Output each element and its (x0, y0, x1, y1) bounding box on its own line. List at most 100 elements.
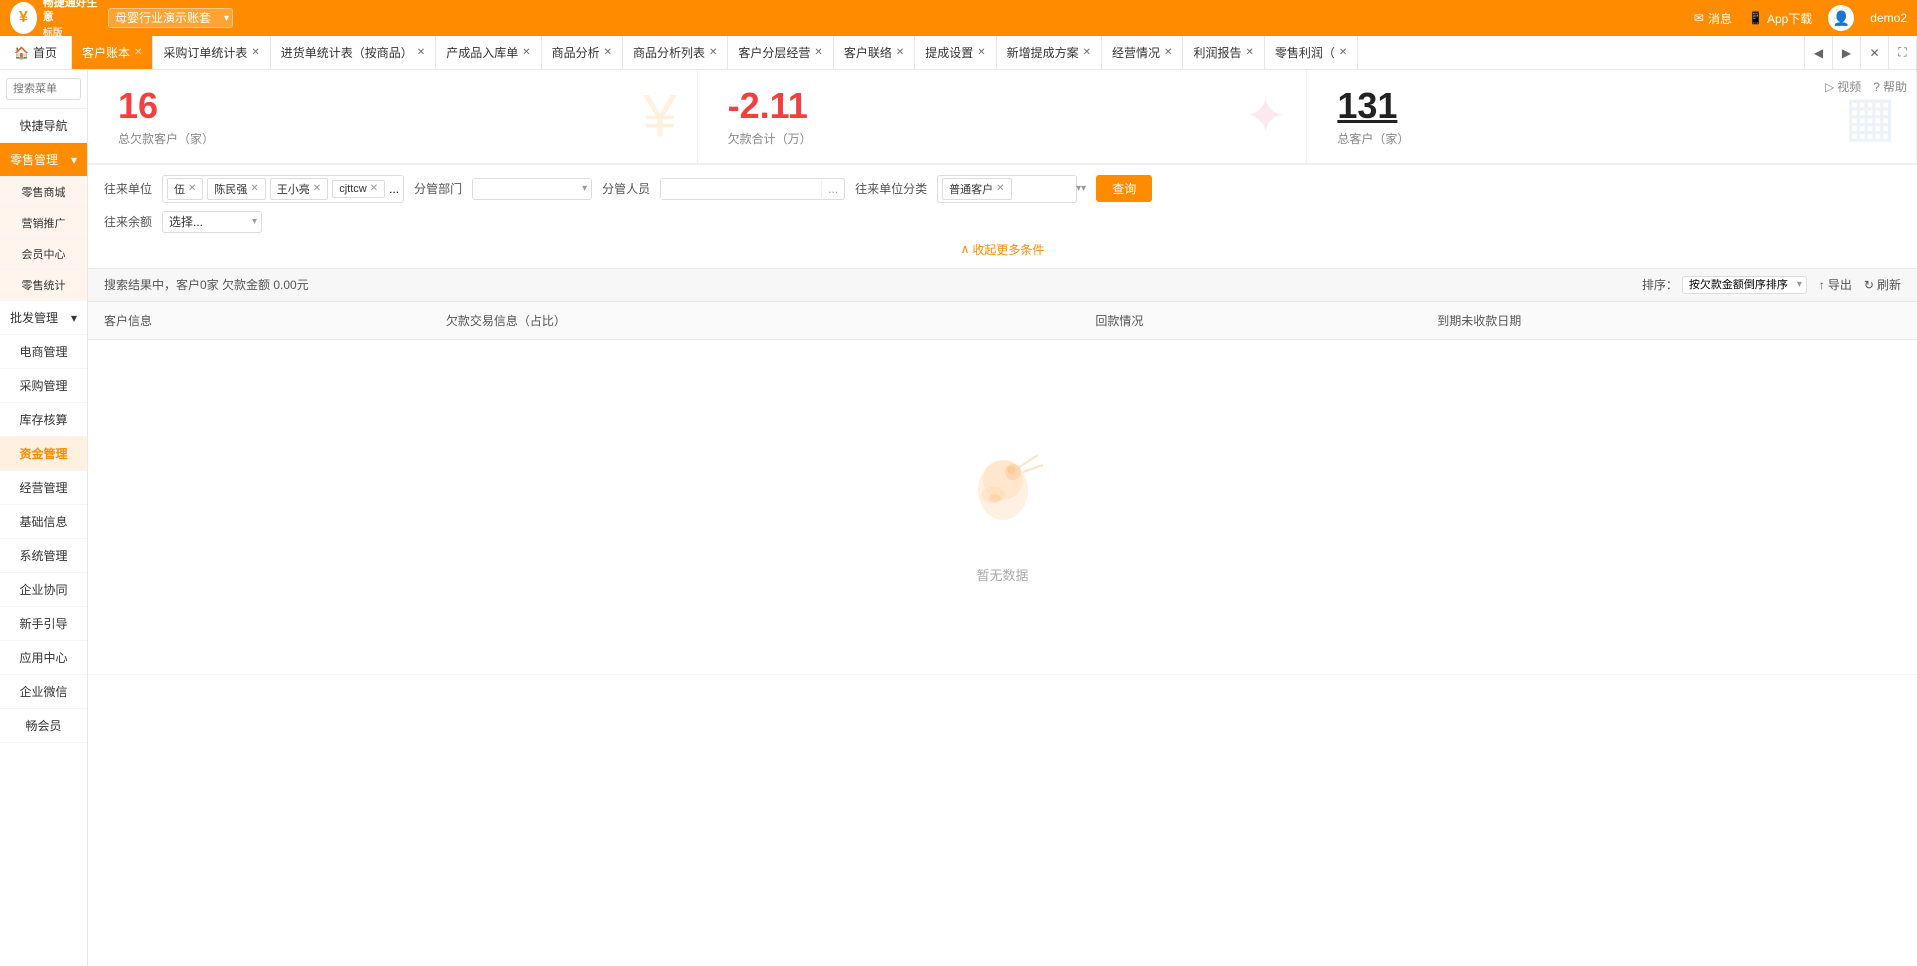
sidebar-item-member-center[interactable]: 会员中心 (0, 239, 87, 270)
person-dots-btn[interactable]: ... (821, 180, 844, 198)
stat-label-customers: 总欠款客户（家） (118, 130, 667, 147)
tags-more-btn[interactable]: ... (389, 182, 399, 196)
tab-product-analysis-label: 商品分析 (552, 44, 600, 61)
sidebar-item-retail-shop[interactable]: 零售商城 (0, 177, 87, 208)
sidebar-item-system-mgmt[interactable]: 系统管理 (0, 539, 87, 573)
close-customer-segment-icon[interactable]: ✕ (814, 47, 822, 58)
dept-select[interactable] (472, 178, 592, 200)
tabs-next-btn[interactable]: ▶ (1833, 36, 1861, 70)
sidebar-item-retail-mgmt[interactable]: 零售管理 ▾ (0, 143, 87, 177)
search-input[interactable] (6, 78, 81, 100)
sidebar-item-enterprise-coop[interactable]: 企业协同 (0, 573, 87, 607)
tab-customer-segment-label: 客户分层经营 (738, 44, 810, 61)
username[interactable]: demo2 (1870, 11, 1907, 25)
tabs-close-all-btn[interactable]: ✕ (1861, 36, 1889, 70)
sidebar-item-operation-mgmt[interactable]: 经营管理 (0, 471, 87, 505)
sort-label: 排序： (1642, 276, 1678, 293)
sidebar-item-purchase-mgmt[interactable]: 采购管理 (0, 369, 87, 403)
tag-chen-close[interactable]: ✕ (250, 183, 258, 194)
sidebar-item-ecommerce-mgmt[interactable]: 电商管理 (0, 335, 87, 369)
close-product-analysis-list-icon[interactable]: ✕ (709, 47, 717, 58)
export-icon: ↑ (1819, 278, 1825, 292)
app-download-btn[interactable]: 📱 App下载 (1748, 10, 1812, 27)
tab-retail-profit[interactable]: 零售利润（ ✕ (1265, 36, 1358, 69)
tab-commission-settings[interactable]: 提成设置 ✕ (915, 36, 996, 69)
logo: ¥ 畅捷通好生意 标版 (10, 0, 98, 39)
balance-select-wrap[interactable]: 选择... (162, 211, 262, 233)
message-icon: ✉ (1694, 11, 1704, 25)
tag-cjttcw-close[interactable]: ✕ (370, 183, 378, 194)
tab-business-situation[interactable]: 经营情况 ✕ (1102, 36, 1183, 69)
filter-tag-normal-customer[interactable]: 普通客户 ✕ (942, 178, 1011, 200)
tab-new-achievement[interactable]: 新增提成方案 ✕ (997, 36, 1102, 69)
close-business-situation-icon[interactable]: ✕ (1164, 47, 1172, 58)
tag-wu-close[interactable]: ✕ (188, 183, 196, 194)
message-btn[interactable]: ✉ 消息 (1694, 10, 1732, 27)
sidebar-item-app-center[interactable]: 应用中心 (0, 641, 87, 675)
tab-stock-stats-label: 进货单统计表（按商品） (281, 44, 413, 61)
balance-select[interactable]: 选择... (162, 211, 262, 233)
help-btn[interactable]: ? 帮助 (1873, 78, 1907, 95)
close-stock-stats-icon[interactable]: ✕ (417, 47, 425, 58)
sidebar-item-stock-check[interactable]: 库存核算 (0, 403, 87, 437)
unit-type-select-wrap[interactable]: 普通客户 ✕ ▾ (937, 175, 1086, 203)
sidebar-item-finance-mgmt[interactable]: 资金管理 (0, 437, 87, 471)
tag-wang-close[interactable]: ✕ (313, 183, 321, 194)
close-customer-contact-icon[interactable]: ✕ (896, 47, 904, 58)
filter-area: 往来单位 伍 ✕ 陈民强 ✕ 王小亮 ✕ cjttcw (88, 165, 1917, 269)
dept-select-wrap[interactable] (472, 178, 592, 200)
col-customer-info: 客户信息 (88, 302, 430, 340)
export-btn[interactable]: ↑ 导出 (1819, 276, 1852, 293)
tabs-fullscreen-btn[interactable]: ⛶ (1889, 36, 1917, 70)
sidebar-search-wrap[interactable] (0, 70, 87, 109)
filter-tag-wang[interactable]: 王小亮 ✕ (270, 178, 328, 200)
tab-customer-segment[interactable]: 客户分层经营 ✕ (728, 36, 833, 69)
main-layout: 快捷导航 零售管理 ▾ 零售商城 营销推广 会员中心 零售统计 批发管理 ▾ 电… (0, 70, 1917, 966)
tab-home[interactable]: 🏠 首页 (0, 36, 72, 69)
close-purchase-order-icon[interactable]: ✕ (251, 47, 259, 58)
person-input-wrap[interactable]: ... (660, 178, 845, 200)
sidebar-item-enterprise-wechat[interactable]: 企业微信 (0, 675, 87, 709)
sort-select-wrap[interactable]: 按欠款金额倒序排序 (1682, 276, 1807, 294)
close-commission-settings-icon[interactable]: ✕ (977, 47, 985, 58)
sidebar-item-member[interactable]: 畅会员 (0, 709, 87, 743)
close-retail-profit-icon[interactable]: ✕ (1339, 47, 1347, 58)
person-input[interactable] (661, 179, 821, 199)
sidebar-item-new-guide[interactable]: 新手引导 (0, 607, 87, 641)
tab-purchase-order[interactable]: 采购订单统计表 ✕ (153, 36, 270, 69)
filter-tag-wu[interactable]: 伍 ✕ (167, 178, 203, 200)
sidebar-item-marketing[interactable]: 营销推广 (0, 208, 87, 239)
unit-type-dropdown-arrow[interactable]: ▾ (1081, 183, 1086, 194)
tabs-prev-btn[interactable]: ◀ (1805, 36, 1833, 70)
collapse-btn[interactable]: ∧ 收起更多条件 (961, 241, 1045, 258)
query-button[interactable]: 查询 (1096, 175, 1152, 202)
close-customer-account-icon[interactable]: ✕ (134, 47, 142, 58)
close-product-analysis-icon[interactable]: ✕ (604, 47, 612, 58)
tab-customer-contact-label: 客户联络 (844, 44, 892, 61)
close-profit-report-icon[interactable]: ✕ (1245, 47, 1253, 58)
tab-customer-account[interactable]: 客户账本 ✕ (72, 36, 153, 69)
video-btn[interactable]: ▷ 视频 (1825, 78, 1861, 95)
person-filter-label: 分管人员 (602, 180, 650, 197)
filter-tag-cjttcw[interactable]: cjttcw ✕ (332, 180, 385, 198)
sidebar-item-retail-stats[interactable]: 零售统计 (0, 270, 87, 301)
sidebar-item-quick-nav[interactable]: 快捷导航 (0, 109, 87, 143)
tab-product-analysis[interactable]: 商品分析 ✕ (542, 36, 623, 69)
close-product-inbound-icon[interactable]: ✕ (522, 47, 530, 58)
account-select-wrap[interactable]: 母婴行业演示账套 (108, 8, 233, 28)
refresh-btn[interactable]: ↻ 刷新 (1864, 276, 1901, 293)
stat-number-clients: 131 (1337, 86, 1886, 126)
filter-tag-chen[interactable]: 陈民强 ✕ (207, 178, 265, 200)
sidebar-item-basic-info[interactable]: 基础信息 (0, 505, 87, 539)
account-select[interactable]: 母婴行业演示账套 (108, 8, 233, 28)
sidebar-item-batch-mgmt[interactable]: 批发管理 ▾ (0, 301, 87, 335)
sort-select[interactable]: 按欠款金额倒序排序 (1682, 276, 1807, 294)
tab-stock-stats[interactable]: 进货单统计表（按商品） ✕ (271, 36, 436, 69)
tab-product-analysis-list[interactable]: 商品分析列表 ✕ (623, 36, 728, 69)
sidebar: 快捷导航 零售管理 ▾ 零售商城 营销推广 会员中心 零售统计 批发管理 ▾ 电… (0, 70, 88, 966)
tab-customer-contact[interactable]: 客户联络 ✕ (834, 36, 915, 69)
tab-profit-report[interactable]: 利润报告 ✕ (1183, 36, 1264, 69)
close-new-achievement-icon[interactable]: ✕ (1083, 47, 1091, 58)
tag-normal-customer-close[interactable]: ✕ (996, 183, 1004, 194)
tab-product-inbound[interactable]: 产成品入库单 ✕ (436, 36, 541, 69)
